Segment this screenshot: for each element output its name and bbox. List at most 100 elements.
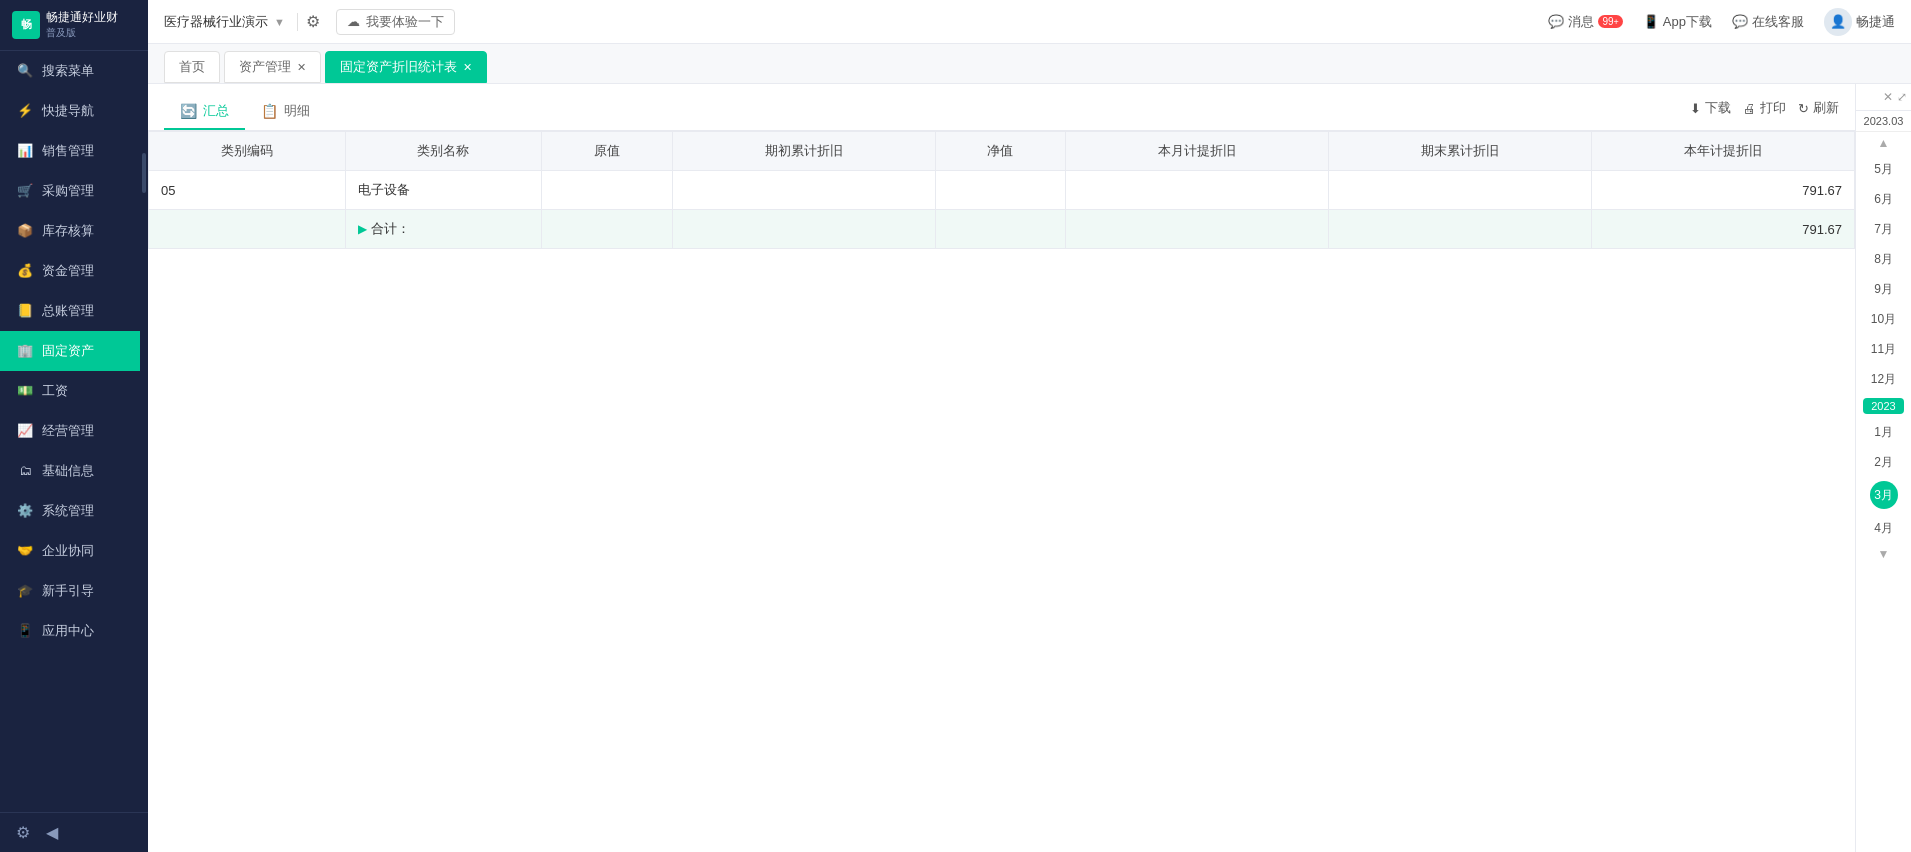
table-cell: 电子设备 [345,171,542,210]
tabs-bar: 首页 资产管理✕ 固定资产折旧统计表 ✕ [148,44,1911,84]
sidebar-item-quicknav[interactable]: ⚡快捷导航 [0,91,140,131]
table-cell: 05 [149,171,346,210]
date-month-item[interactable]: 9月 [1856,274,1911,304]
sidebar-item-system[interactable]: ⚙️系统管理 [0,491,140,531]
date-month-item[interactable]: 3月 [1856,477,1911,513]
sidebar-label-quicknav: 快捷导航 [42,102,94,120]
sidebar-item-search[interactable]: 🔍搜索菜单 [0,51,140,91]
settings-gear-icon[interactable]: ⚙ [306,12,320,31]
sidebar-item-inventory[interactable]: 📦库存核算 [0,211,140,251]
col-header: 类别名称 [345,132,542,171]
table-wrapper: 类别编码类别名称原值期初累计折旧净值本月计提折旧期末累计折旧本年计提折旧 05电… [148,131,1855,852]
content-area: 🔄汇总📋明细 ⬇ 下载 🖨 打印 ↻ 刷新 [148,84,1911,852]
sidebar-item-coop[interactable]: 🤝企业协同 [0,531,140,571]
tab-label-home: 首页 [179,58,205,76]
table-cell [935,171,1065,210]
sidebar-logo: 畅 畅捷通好业财 普及版 [0,0,148,51]
ledger-icon: 📒 [16,302,34,320]
tab-depreciation[interactable]: 固定资产折旧统计表 ✕ [325,51,487,83]
sidebar-item-ledger[interactable]: 📒 总账管理 [0,291,140,331]
date-panel-close-icon[interactable]: ✕ [1883,90,1893,104]
online-service-button[interactable]: 💬 在线客服 [1732,13,1804,31]
sidebar-item-assets[interactable]: 🏢固定资产 [0,331,140,371]
sidebar-label-basic: 基础信息 [42,462,94,480]
basic-icon: 🗂 [16,462,34,480]
date-scroll-up[interactable]: ▲ [1856,132,1911,154]
date-month-item[interactable]: 10月 [1856,304,1911,334]
tab-home[interactable]: 首页 [164,51,220,83]
date-month-item[interactable]: 5月 [1856,154,1911,184]
date-month-item[interactable]: 11月 [1856,334,1911,364]
messages-button[interactable]: 💬 消息 99+ [1548,13,1622,31]
app-download-button[interactable]: 📱 App下载 [1643,13,1712,31]
sidebar-item-basic[interactable]: 🗂 基础信息 [0,451,140,491]
date-month-item[interactable]: 6月 [1856,184,1911,214]
print-button[interactable]: 🖨 打印 [1743,99,1786,117]
search-icon: 🔍 [16,62,34,80]
sidebar-label-guide: 新手引导 [42,582,94,600]
subtotal-cell: 791.67 [1591,210,1854,249]
topbar: 医疗器械行业演示 ▼ ⚙ ☁ 我要体验一下 💬 消息 99+ 📱 App下载 💬… [148,0,1911,44]
col-header: 原值 [542,132,672,171]
tab-assets-mgmt[interactable]: 资产管理✕ [224,51,321,83]
company-selector[interactable]: 医疗器械行业演示 ▼ [164,13,298,31]
tab-close-depreciation[interactable]: ✕ [463,61,472,74]
date-month-item[interactable]: 4月 [1856,513,1911,543]
sidebar-label-ledger: 总账管理 [42,302,94,320]
col-header: 期末累计折旧 [1328,132,1591,171]
sub-tab-summary[interactable]: 🔄汇总 [164,94,245,130]
date-month-item[interactable]: 12月 [1856,364,1911,394]
subtotal-cell [935,210,1065,249]
refresh-button[interactable]: ↻ 刷新 [1798,99,1839,117]
toolbar: ⬇ 下载 🖨 打印 ↻ 刷新 [1690,99,1839,125]
sidebar-item-guide[interactable]: 🎓新手引导 [0,571,140,611]
tab-close-assets-mgmt[interactable]: ✕ [297,61,306,74]
sidebar-label-assets: 固定资产 [42,342,94,360]
inventory-icon: 📦 [16,222,34,240]
trial-label: 我要体验一下 [366,13,444,31]
subtotal-cell [672,210,935,249]
sub-tab-icon-detail: 📋 [261,103,278,119]
date-month-item[interactable]: 1月 [1856,417,1911,447]
subtotal-cell [542,210,672,249]
sidebar-item-purchase[interactable]: 🛒采购管理 [0,171,140,211]
table-cell: 791.67 [1591,171,1854,210]
app-download-icon: 📱 [1643,14,1659,29]
sales-icon: 📊 [16,142,34,160]
sidebar-item-sales[interactable]: 📊销售管理 [0,131,140,171]
sidebar-item-wages[interactable]: 💵工资 [0,371,140,411]
service-label: 在线客服 [1752,13,1804,31]
download-icon: ⬇ [1690,101,1701,116]
subtotal-cell: ▶合计： [345,210,542,249]
purchase-icon: 🛒 [16,182,34,200]
sub-tab-detail[interactable]: 📋明细 [245,94,326,130]
table-cell [1328,171,1591,210]
date-month-item[interactable]: 8月 [1856,244,1911,274]
date-month-item[interactable]: 2月 [1856,447,1911,477]
app-download-label: App下载 [1663,13,1712,31]
year-badge[interactable]: 2023 [1863,398,1903,414]
subtotal-label: 合计： [371,220,410,238]
col-header: 类别编码 [149,132,346,171]
settings-icon[interactable]: ⚙ [16,823,30,842]
sub-tabs: 🔄汇总📋明细 ⬇ 下载 🖨 打印 ↻ 刷新 [148,84,1855,131]
collapse-icon[interactable]: ◀ [46,823,58,842]
user-profile-button[interactable]: 👤 畅捷通 [1824,8,1895,36]
subtotal-cell [1065,210,1328,249]
date-panel-expand-icon[interactable]: ⤢ [1897,90,1907,104]
refresh-icon: ↻ [1798,101,1809,116]
download-button[interactable]: ⬇ 下载 [1690,99,1731,117]
subtotal-cell [149,210,346,249]
date-month-item[interactable]: 7月 [1856,214,1911,244]
sidebar-item-funds[interactable]: 💰资金管理 [0,251,140,291]
tab-label-depreciation: 固定资产折旧统计表 [340,58,457,76]
content-main: 🔄汇总📋明细 ⬇ 下载 🖨 打印 ↻ 刷新 [148,84,1855,852]
date-panel-scroll[interactable]: ▲ 5月6月7月8月9月10月11月12月 2023 1月2月3月4月 ▼ [1856,132,1911,852]
sub-tab-label-summary: 汇总 [203,102,229,120]
col-header: 本年计提折旧 [1591,132,1854,171]
sidebar-item-appcenter[interactable]: 📱应用中心 [0,611,140,651]
date-scroll-down[interactable]: ▼ [1856,543,1911,565]
wages-icon: 💵 [16,382,34,400]
trial-button[interactable]: ☁ 我要体验一下 [336,9,455,35]
sidebar-item-operations[interactable]: 📈经营管理 [0,411,140,451]
